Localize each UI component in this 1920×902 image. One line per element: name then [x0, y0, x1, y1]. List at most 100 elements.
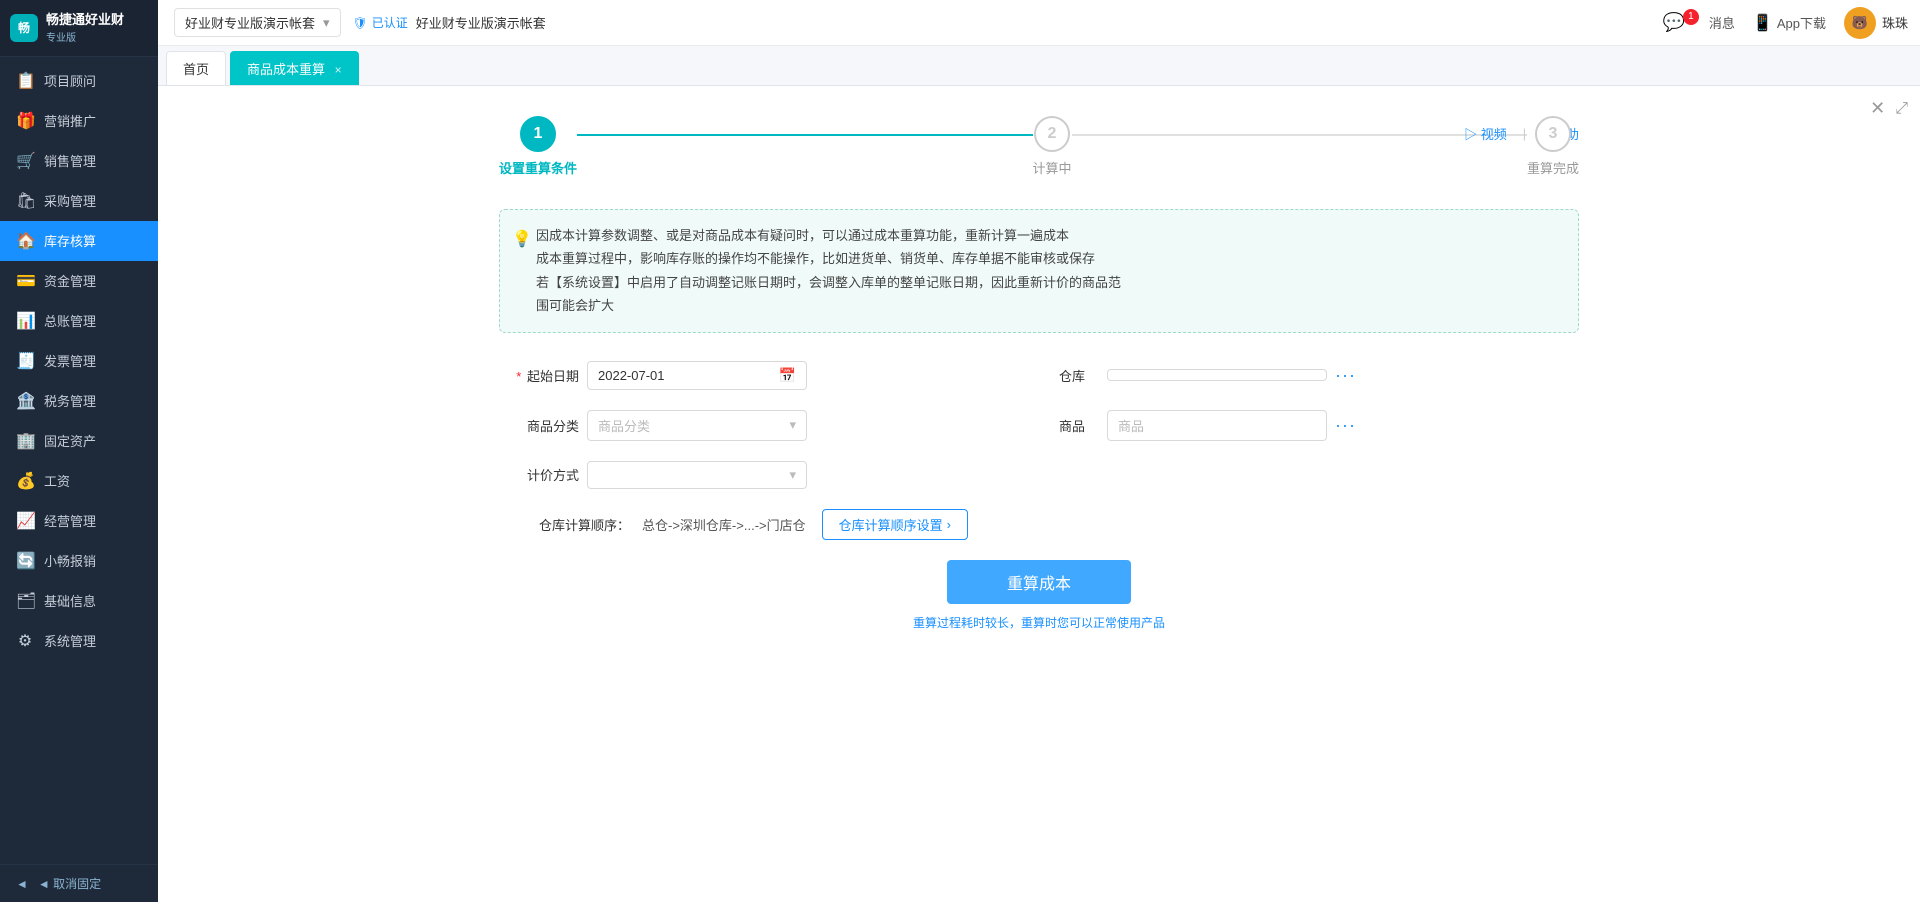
sidebar-item-finance[interactable]: 💳 资金管理 [0, 261, 158, 301]
tax-icon: 🏦 [16, 391, 34, 411]
warehouse-input[interactable] [1107, 369, 1327, 381]
sidebar-item-invoice[interactable]: 🧾 发票管理 [0, 341, 158, 381]
warehouse-order-label: 仓库计算顺序： [539, 515, 630, 534]
step-2-label: 计算中 [1033, 158, 1072, 177]
topbar: 好业财专业版演示帐套 ▾ 🛡 已认证 好业财专业版演示帐套 💬 1 消息 📱 A… [158, 0, 1920, 46]
app-download-button[interactable]: 📱 App下载 [1753, 13, 1826, 33]
message-button[interactable]: 💬 1 消息 [1662, 12, 1734, 33]
sidebar-item-assets[interactable]: 🏢 固定资产 [0, 421, 158, 461]
sidebar-item-label: 营销推广 [44, 111, 142, 130]
sidebar-item-salary[interactable]: 💰 工资 [0, 461, 158, 501]
form-group-date: * 起始日期 2022-07-01 📅 [499, 361, 1019, 390]
sidebar-footer-label: ◄ 取消固定 [38, 875, 101, 892]
message-icon: 💬 [1662, 12, 1684, 33]
sidebar-item-sales[interactable]: 🛒 销售管理 [0, 141, 158, 181]
goods-placeholder: 商品 [1118, 416, 1316, 435]
account-select-text: 好业财专业版演示帐套 [185, 13, 315, 32]
tab-home[interactable]: 首页 [166, 51, 226, 85]
purchase-icon: 🛍 [16, 191, 34, 211]
required-star: * [516, 369, 521, 384]
category-arrow-icon: ▾ [789, 417, 796, 433]
sidebar-item-label: 固定资产 [44, 431, 142, 450]
info-line-2: 成本重算过程中，影响库存账的操作均不能操作，比如进货单、销货单、库存单据不能审核… [536, 247, 1560, 270]
warehouse-order-setting-button[interactable]: 仓库计算顺序设置 › [822, 509, 968, 540]
start-date-input[interactable]: 2022-07-01 📅 [587, 361, 807, 390]
project-icon: 📋 [16, 71, 34, 91]
form-group-warehouse: 仓库 ··· [1059, 365, 1579, 386]
user-menu[interactable]: 🐻 珠珠 [1844, 7, 1908, 39]
sidebar-unpin[interactable]: ◄ ◄ 取消固定 [0, 864, 158, 902]
general-icon: 📊 [16, 311, 34, 331]
sidebar-item-project[interactable]: 📋 项目顾问 [0, 61, 158, 101]
sidebar-item-system[interactable]: ⚙ 系统管理 [0, 621, 158, 661]
step-line-1 [577, 134, 1032, 136]
sidebar-item-label: 总账管理 [44, 311, 142, 330]
start-date-value: 2022-07-01 [598, 368, 779, 383]
goods-dots-button[interactable]: ··· [1335, 415, 1356, 436]
tab-close-icon[interactable]: × [335, 63, 342, 77]
tabbar: 首页 商品成本重算 × [158, 46, 1920, 86]
pricing-label: 计价方式 [499, 465, 579, 484]
warehouse-order-value: 总仓->深圳仓库->...->门店仓 [642, 515, 806, 534]
warehouse-order-setting-label: 仓库计算顺序设置 [839, 515, 943, 534]
close-button[interactable]: ✕ [1870, 98, 1885, 119]
sidebar-item-label: 库存核算 [44, 231, 142, 250]
main-area: 好业财专业版演示帐套 ▾ 🛡 已认证 好业财专业版演示帐套 💬 1 消息 📱 A… [158, 0, 1920, 902]
sidebar-brand: 畅捷通好业财 专业版 [46, 12, 124, 44]
info-box: 💡 因成本计算参数调整、或是对商品成本有疑问时，可以通过成本重算功能，重新计算一… [499, 209, 1579, 333]
category-placeholder: 商品分类 [598, 416, 650, 435]
sidebar-logo-icon: 畅 [10, 14, 38, 42]
app-download-label: App下载 [1777, 13, 1826, 32]
expand-button[interactable]: ⤢ [1895, 98, 1908, 119]
sidebar-item-label: 采购管理 [44, 191, 142, 210]
content-corner: ✕ ⤢ [1870, 98, 1908, 119]
sidebar-item-general[interactable]: 📊 总账管理 [0, 301, 158, 341]
sidebar-item-label: 资金管理 [44, 271, 142, 290]
tab-recalc[interactable]: 商品成本重算 × [230, 51, 359, 85]
category-label: 商品分类 [499, 416, 579, 435]
content-inner: 1 设置重算条件 2 计算中 3 [439, 86, 1639, 661]
account-select[interactable]: 好业财专业版演示帐套 ▾ [174, 8, 341, 37]
form-group-category: 商品分类 商品分类 ▾ [499, 410, 1019, 441]
sidebar-item-label: 基础信息 [44, 591, 142, 610]
sidebar-item-purchase[interactable]: 🛍 采购管理 [0, 181, 158, 221]
topbar-left: 好业财专业版演示帐套 ▾ 🛡 已认证 好业财专业版演示帐套 [174, 8, 1662, 37]
step-line-2 [1072, 134, 1527, 136]
sidebar-brand-tag: 专业版 [46, 29, 124, 44]
pricing-arrow-icon: ▾ [789, 467, 796, 483]
verified-badge: 🛡 已认证 [353, 14, 408, 31]
form-row-pricing: 计价方式 ▾ [499, 461, 1579, 489]
sidebar-item-label: 税务管理 [44, 391, 142, 410]
calendar-icon: 📅 [779, 367, 796, 384]
user-name: 珠珠 [1882, 13, 1908, 32]
step-2: 2 计算中 [1033, 116, 1072, 177]
step-1-label: 设置重算条件 [499, 158, 577, 177]
sidebar-item-ops[interactable]: 📈 经营管理 [0, 501, 158, 541]
pricing-select[interactable]: ▾ [587, 461, 807, 489]
sidebar-item-expense[interactable]: 🔄 小畅报销 [0, 541, 158, 581]
basic-icon: 🗂 [16, 591, 34, 611]
sidebar-brand-name: 畅捷通好业财 [46, 12, 124, 29]
step-3-circle: 3 [1535, 116, 1571, 152]
sidebar-items: 📋 项目顾问 🎁 营销推广 🛒 销售管理 🛍 采购管理 🏠 库存核算 💳 资金管… [0, 57, 158, 864]
expense-icon: 🔄 [16, 551, 34, 571]
step-1: 1 设置重算条件 [499, 116, 577, 177]
sidebar-item-marketing[interactable]: 🎁 营销推广 [0, 101, 158, 141]
sales-icon: 🛒 [16, 151, 34, 171]
video-link[interactable]: ▷ 视频 [1464, 124, 1507, 143]
recalc-button[interactable]: 重算成本 [947, 560, 1131, 604]
step-2-circle: 2 [1034, 116, 1070, 152]
finance-icon: 💳 [16, 271, 34, 291]
sidebar-item-tax[interactable]: 🏦 税务管理 [0, 381, 158, 421]
goods-input[interactable]: 商品 [1107, 410, 1327, 441]
content-area: ✕ ⤢ 1 设置重算条件 2 [158, 86, 1920, 902]
marketing-icon: 🎁 [16, 111, 34, 131]
sidebar-item-basic[interactable]: 🗂 基础信息 [0, 581, 158, 621]
verified-text: 已认证 [372, 14, 408, 31]
sidebar-item-inventory[interactable]: 🏠 库存核算 [0, 221, 158, 261]
category-select[interactable]: 商品分类 ▾ [587, 410, 807, 441]
sidebar: 畅 畅捷通好业财 专业版 📋 项目顾问 🎁 营销推广 🛒 销售管理 🛍 采购管理… [0, 0, 158, 902]
form-row-category-goods: 商品分类 商品分类 ▾ 商品 商品 ··· [499, 410, 1579, 441]
ops-icon: 📈 [16, 511, 34, 531]
warehouse-dots-button[interactable]: ··· [1335, 365, 1356, 386]
